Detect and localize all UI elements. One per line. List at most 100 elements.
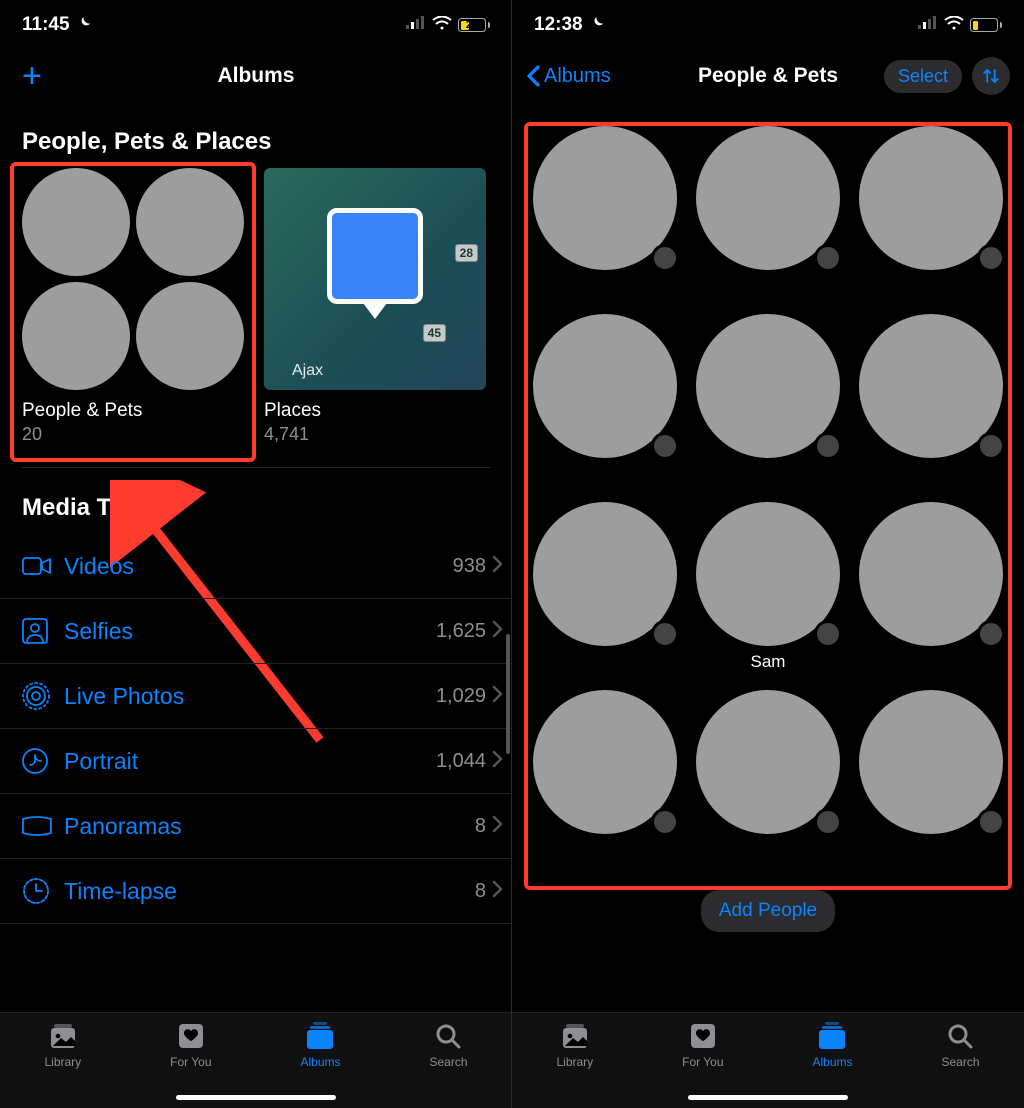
person-cell[interactable] xyxy=(859,502,1004,672)
status-bar: 11:45 29 xyxy=(0,0,512,50)
people-grid: Sam xyxy=(512,120,1024,866)
media-type-row-pano[interactable]: Panoramas 8 xyxy=(0,794,512,859)
media-type-label: Videos xyxy=(64,553,453,580)
tab-bar: LibraryFor YouAlbumsSearch xyxy=(512,1012,1024,1108)
selfie-icon xyxy=(22,618,64,644)
cellular-icon xyxy=(918,14,938,36)
person-cell[interactable] xyxy=(532,502,677,672)
add-people-button[interactable]: Add People xyxy=(701,890,835,932)
media-type-count: 8 xyxy=(475,880,486,903)
sort-button[interactable] xyxy=(972,57,1010,95)
media-type-count: 1,029 xyxy=(436,685,486,708)
library-icon xyxy=(559,1021,591,1051)
tab-label: Search xyxy=(429,1055,467,1069)
person-cell[interactable] xyxy=(532,314,677,484)
back-button[interactable]: Albums xyxy=(526,65,611,88)
media-type-row-video[interactable]: Videos 938 xyxy=(0,534,512,599)
portrait-icon xyxy=(22,748,64,774)
person-cell[interactable] xyxy=(695,690,840,860)
tile-count: 4,741 xyxy=(264,424,486,445)
media-type-label: Live Photos xyxy=(64,683,436,710)
media-type-count: 1,044 xyxy=(436,750,486,773)
media-type-label: Portrait xyxy=(64,748,436,775)
map-pin-icon xyxy=(327,208,423,304)
person-avatar xyxy=(859,690,1003,834)
person-avatar xyxy=(696,126,840,270)
tab-label: Search xyxy=(941,1055,979,1069)
media-type-count: 938 xyxy=(453,555,486,578)
chevron-right-icon xyxy=(492,880,504,903)
search-icon xyxy=(946,1021,974,1051)
home-indicator[interactable] xyxy=(176,1095,336,1100)
favorite-badge-icon xyxy=(814,432,842,460)
person-cell[interactable] xyxy=(859,126,1004,296)
section-header-media: Media Types xyxy=(0,468,512,534)
favorite-badge-icon xyxy=(651,808,679,836)
library-icon xyxy=(47,1021,79,1051)
tile-title: Places xyxy=(264,400,486,422)
tab-search[interactable]: Search xyxy=(429,1021,467,1108)
media-type-row-portrait[interactable]: Portrait 1,044 xyxy=(0,729,512,794)
media-type-count: 1,625 xyxy=(436,620,486,643)
tab-label: For You xyxy=(682,1055,723,1069)
person-avatar xyxy=(859,502,1003,646)
media-type-label: Panoramas xyxy=(64,813,475,840)
person-cell[interactable] xyxy=(532,126,677,296)
person-avatar xyxy=(533,502,677,646)
favorite-badge-icon xyxy=(814,808,842,836)
wifi-icon xyxy=(432,14,452,36)
media-type-count: 8 xyxy=(475,815,486,838)
face-thumb xyxy=(22,282,130,390)
people-pets-screen: 12:38 20 Albums People & Pets Select xyxy=(512,0,1024,1108)
map-thumb: 28 45 Ajax xyxy=(264,168,486,390)
media-types-list: Videos 938 Selfies 1,625 Live Photos 1,0… xyxy=(0,534,512,924)
media-type-label: Selfies xyxy=(64,618,436,645)
section-header-ppp: People, Pets & Places xyxy=(0,102,512,168)
add-album-button[interactable]: + xyxy=(22,57,42,96)
person-avatar xyxy=(533,314,677,458)
person-name: Sam xyxy=(751,652,786,672)
favorite-badge-icon xyxy=(651,244,679,272)
dnd-moon-icon xyxy=(76,15,92,36)
person-avatar xyxy=(859,314,1003,458)
person-cell[interactable] xyxy=(695,126,840,296)
favorite-badge-icon xyxy=(814,620,842,648)
tab-library[interactable]: Library xyxy=(44,1021,81,1108)
favorite-badge-icon xyxy=(651,620,679,648)
dnd-moon-icon xyxy=(589,15,605,36)
tab-search[interactable]: Search xyxy=(941,1021,979,1108)
person-avatar xyxy=(533,126,677,270)
status-bar: 12:38 20 xyxy=(512,0,1024,50)
person-cell[interactable] xyxy=(859,690,1004,860)
tab-label: For You xyxy=(170,1055,211,1069)
scrollbar[interactable] xyxy=(506,634,510,754)
places-tile[interactable]: 28 45 Ajax Places 4,741 xyxy=(264,168,486,445)
battery-icon: 29 xyxy=(458,18,490,32)
select-button[interactable]: Select xyxy=(884,60,962,93)
chevron-right-icon xyxy=(492,750,504,773)
chevron-right-icon xyxy=(492,555,504,578)
person-cell[interactable] xyxy=(532,690,677,860)
foryou-icon xyxy=(689,1021,717,1051)
home-indicator[interactable] xyxy=(688,1095,848,1100)
clock: 11:45 xyxy=(22,14,70,36)
person-cell[interactable]: Sam xyxy=(695,502,840,672)
chevron-right-icon xyxy=(492,685,504,708)
media-type-row-timelapse[interactable]: Time-lapse 8 xyxy=(0,859,512,924)
person-cell[interactable] xyxy=(695,314,840,484)
tab-label: Albums xyxy=(300,1055,340,1069)
favorite-badge-icon xyxy=(651,432,679,460)
favorite-badge-icon xyxy=(814,244,842,272)
media-type-row-selfie[interactable]: Selfies 1,625 xyxy=(0,599,512,664)
person-avatar xyxy=(696,502,840,646)
tab-library[interactable]: Library xyxy=(556,1021,593,1108)
media-type-row-live[interactable]: Live Photos 1,029 xyxy=(0,664,512,729)
person-avatar xyxy=(696,690,840,834)
timelapse-icon xyxy=(22,877,64,905)
page-title: Albums xyxy=(217,64,294,88)
person-cell[interactable] xyxy=(859,314,1004,484)
cellular-icon xyxy=(406,14,426,36)
person-avatar xyxy=(859,126,1003,270)
foryou-icon xyxy=(177,1021,205,1051)
wifi-icon xyxy=(944,14,964,36)
